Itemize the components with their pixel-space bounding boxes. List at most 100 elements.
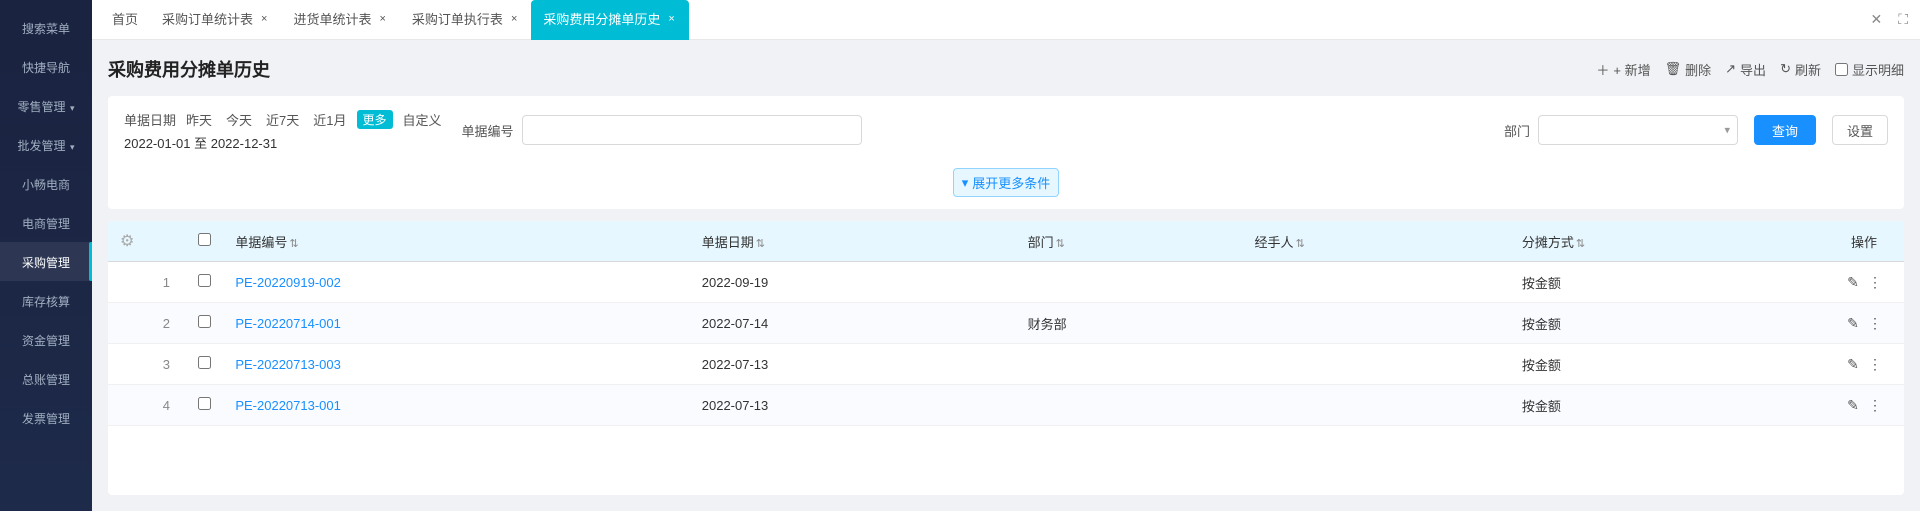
more-icon-3[interactable]: ⋮ <box>1864 353 1886 375</box>
sidebar-item-label-ledger: 总账管理 <box>4 371 88 388</box>
delete-label: 删除 <box>1685 60 1711 79</box>
tab-purchase-order-exec[interactable]: 采购订单执行表 × <box>400 0 531 40</box>
dept-select[interactable]: 财务部 <box>1538 115 1738 145</box>
data-table: ⚙ 单据编号⇅ 单据日期⇅ 部门⇅ <box>108 221 1904 426</box>
tab-close-purchase-order-stats[interactable]: × <box>259 12 269 26</box>
select-all-checkbox[interactable] <box>198 233 211 246</box>
add-button[interactable]: ＋ + 新增 <box>1596 60 1650 79</box>
query-button[interactable]: 查询 <box>1754 115 1816 145</box>
date-option-7days[interactable]: 近7天 <box>262 108 303 131</box>
sidebar-item-quicknav[interactable]: 快捷导航 <box>0 47 92 86</box>
refresh-label: 刷新 <box>1795 60 1821 79</box>
date-option-yesterday[interactable]: 昨天 <box>182 108 216 131</box>
row-bill-no-2: PE-20220714-001 <box>223 303 689 344</box>
row-checkbox-cell-4 <box>186 385 223 426</box>
row-dept-4 <box>1016 385 1243 426</box>
date-option-today[interactable]: 今天 <box>222 108 256 131</box>
col-header-actions: 操作 <box>1824 221 1904 262</box>
row-split-method-4: 按金额 <box>1510 385 1824 426</box>
settings-button[interactable]: 设置 <box>1832 115 1888 145</box>
sidebar-item-label-finance: 资金管理 <box>4 332 88 349</box>
filter-dept-block: 部门 财务部 <box>1504 115 1738 145</box>
show-columns-input[interactable] <box>1835 63 1848 76</box>
row-checkbox-3[interactable] <box>198 356 211 369</box>
main-area: 首页采购订单统计表×进货单统计表×采购订单执行表×采购费用分摊单历史× ✕ ⛶ … <box>92 0 1920 511</box>
row-checkbox-4[interactable] <box>198 397 211 410</box>
sidebar-item-label-purchase: 采购管理 <box>4 254 88 271</box>
sidebar-item-ledger[interactable]: 总账管理 <box>0 359 92 398</box>
sidebar-item-wholesale[interactable]: 批发管理 ▾ <box>0 125 92 164</box>
tab-close-goods-stats[interactable]: × <box>377 12 387 26</box>
tab-close-purchase-cost-history[interactable]: × <box>666 12 676 26</box>
content-area: 采购费用分摊单历史 ＋ + 新增 🗑 删除 ↗ 导出 ↻ 刷新 <box>92 40 1920 511</box>
date-label: 单据日期 <box>124 110 176 129</box>
row-handler-2 <box>1243 303 1510 344</box>
sidebar-item-ecom-small[interactable]: 小畅电商 <box>0 164 92 203</box>
tab-purchase-order-stats[interactable]: 采购订单统计表× <box>150 0 281 40</box>
date-option-custom[interactable]: 自定义 <box>399 108 446 131</box>
row-checkbox-1[interactable] <box>198 274 211 287</box>
export-button[interactable]: ↗ 导出 <box>1725 60 1766 79</box>
bill-no-link-3[interactable]: PE-20220713-003 <box>235 357 341 372</box>
sidebar-item-label-wholesale: 批发管理 ▾ <box>4 137 88 154</box>
gear-icon[interactable]: ⚙ <box>120 233 134 250</box>
sort-icon-split[interactable]: ⇅ <box>1576 238 1585 250</box>
more-icon-2[interactable]: ⋮ <box>1864 312 1886 334</box>
row-num-2: 2 <box>146 303 186 344</box>
date-option-more[interactable]: 更多 <box>357 110 393 129</box>
show-columns-label: 显示明细 <box>1852 60 1904 79</box>
dept-select-wrapper: 财务部 <box>1538 115 1738 145</box>
bill-no-link-4[interactable]: PE-20220713-001 <box>235 398 341 413</box>
sort-icon-dept[interactable]: ⇅ <box>1056 238 1065 250</box>
sidebar-item-ecom[interactable]: 电商管理 <box>0 203 92 242</box>
sort-icon-handler[interactable]: ⇅ <box>1296 238 1305 250</box>
sidebar-item-finance[interactable]: 资金管理 <box>0 320 92 359</box>
col-header-split-method: 分摊方式⇅ <box>1510 221 1824 262</box>
sidebar-item-purchase[interactable]: 采购管理 <box>0 242 92 281</box>
delete-button[interactable]: 🗑 删除 <box>1665 60 1712 79</box>
tab-purchase-cost-history[interactable]: 采购费用分摊单历史× <box>531 0 688 40</box>
sidebar-item-retail[interactable]: 零售管理 ▾ <box>0 86 92 125</box>
sort-icon-date[interactable]: ⇅ <box>756 238 765 250</box>
expand-more-button[interactable]: ▾ 展开更多条件 <box>953 168 1060 197</box>
table-row: 4PE-20220713-0012022-07-13按金额✎⋮ <box>108 385 1904 426</box>
sidebar-item-inventory[interactable]: 库存核算 <box>0 281 92 320</box>
col-header-dept: 部门⇅ <box>1016 221 1243 262</box>
bill-no-link-2[interactable]: PE-20220714-001 <box>235 316 341 331</box>
tab-goods-stats[interactable]: 进货单统计表 × <box>281 0 399 40</box>
sort-icon-bill-no[interactable]: ⇅ <box>289 238 298 250</box>
edit-icon-3[interactable]: ✎ <box>1842 353 1864 375</box>
more-icon-4[interactable]: ⋮ <box>1864 394 1886 416</box>
close-window-icon[interactable]: ✕ <box>1866 9 1886 30</box>
row-gear-cell-4 <box>108 385 146 426</box>
table-header-row: ⚙ 单据编号⇅ 单据日期⇅ 部门⇅ <box>108 221 1904 262</box>
date-option-1month[interactable]: 近1月 <box>309 108 350 131</box>
header-actions: ＋ + 新增 🗑 删除 ↗ 导出 ↻ 刷新 显示明细 <box>1596 60 1904 79</box>
date-range-text: 2022-01-01 至 2022-12-31 <box>124 133 446 152</box>
tab-label-goods-stats: 进货单统计表 <box>293 9 371 28</box>
row-actions-2: ✎⋮ <box>1824 303 1904 344</box>
show-columns-checkbox[interactable]: 显示明细 <box>1835 60 1904 79</box>
sidebar-item-invoice[interactable]: 发票管理 <box>0 398 92 437</box>
edit-icon-2[interactable]: ✎ <box>1842 312 1864 334</box>
refresh-button[interactable]: ↻ 刷新 <box>1780 60 1821 79</box>
edit-icon-1[interactable]: ✎ <box>1842 271 1864 293</box>
table-container: ⚙ 单据编号⇅ 单据日期⇅ 部门⇅ <box>108 221 1904 495</box>
sidebar-item-search[interactable]: 搜索菜单 <box>0 8 92 47</box>
row-num-3: 3 <box>146 344 186 385</box>
more-icon-1[interactable]: ⋮ <box>1864 271 1886 293</box>
edit-icon-4[interactable]: ✎ <box>1842 394 1864 416</box>
bill-no-link-1[interactable]: PE-20220919-002 <box>235 275 341 290</box>
maximize-window-icon[interactable]: ⛶ <box>1894 9 1912 30</box>
row-checkbox-2[interactable] <box>198 315 211 328</box>
tab-home[interactable]: 首页 <box>100 0 150 40</box>
bill-no-input[interactable] <box>522 115 862 145</box>
row-handler-4 <box>1243 385 1510 426</box>
tab-label-purchase-order-exec: 采购订单执行表 <box>412 9 503 28</box>
tab-close-purchase-order-exec[interactable]: × <box>509 12 519 26</box>
chevron-down-icon: ▾ <box>962 175 969 191</box>
row-bill-no-4: PE-20220713-001 <box>223 385 689 426</box>
row-split-method-2: 按金额 <box>1510 303 1824 344</box>
col-header-handler: 经手人⇅ <box>1243 221 1510 262</box>
dept-label: 部门 <box>1504 121 1530 140</box>
